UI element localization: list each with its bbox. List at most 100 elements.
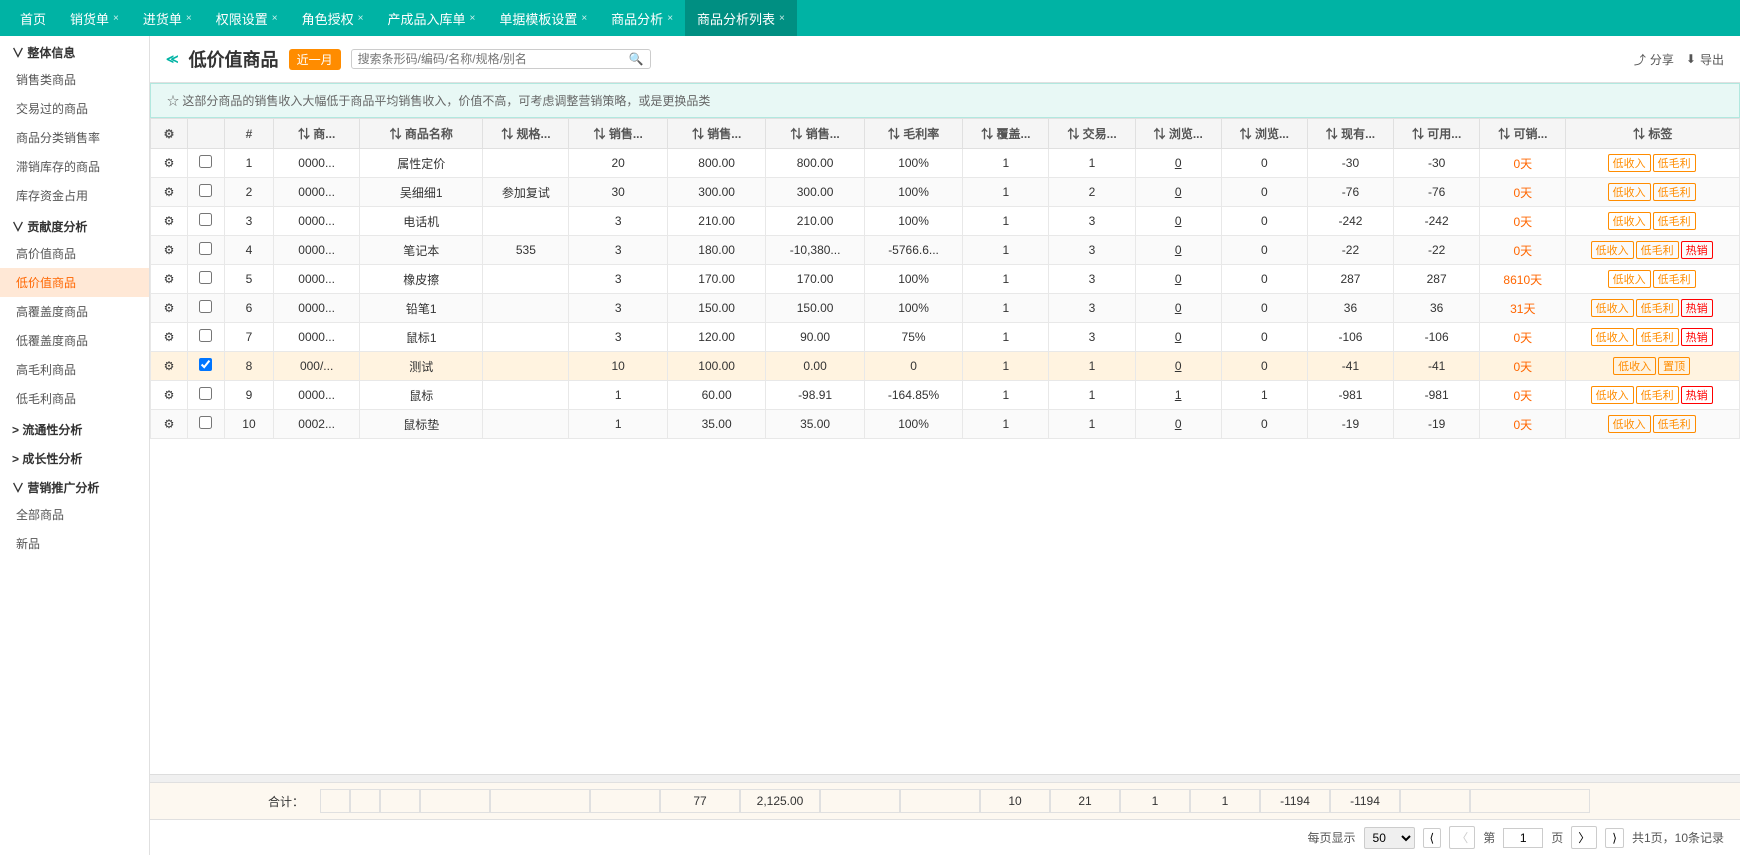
sidebar-item-高价值商品[interactable]: 高价值商品 (0, 239, 149, 268)
export-button[interactable]: ⬇ 导出 (1686, 51, 1724, 68)
table-cell[interactable]: 低收入低毛利 (1566, 207, 1740, 236)
table-cell[interactable] (187, 236, 224, 265)
nav-close-产成品入库单[interactable]: × (469, 13, 475, 24)
table-cell[interactable]: 低收入低毛利 (1566, 265, 1740, 294)
table-cell[interactable]: 0天 (1480, 410, 1566, 439)
table-cell[interactable]: 0天 (1480, 178, 1566, 207)
table-cell[interactable] (187, 381, 224, 410)
per-page-select[interactable]: 50 100 200 (1364, 827, 1415, 849)
nav-item-进货单[interactable]: 进货单 × (131, 0, 204, 36)
table-cell: 75% (864, 323, 962, 352)
table-cell[interactable]: 0天 (1480, 323, 1566, 352)
table-cell[interactable]: 低收入置顶 (1566, 352, 1740, 381)
sidebar-group-> 流通性分析[interactable]: > 流通性分析 (0, 413, 149, 442)
table-cell[interactable]: 0 (1135, 410, 1221, 439)
table-cell[interactable] (187, 149, 224, 178)
table-cell[interactable]: 0 (1135, 236, 1221, 265)
page-input[interactable] (1503, 828, 1543, 848)
sidebar-item-销售类商品[interactable]: 销售类商品 (0, 65, 149, 94)
table-cell[interactable]: 低收入低毛利热销 (1566, 236, 1740, 265)
table-cell[interactable]: 低收入低毛利热销 (1566, 381, 1740, 410)
table-cell[interactable]: 8610天 (1480, 265, 1566, 294)
sidebar-item-商品分类销售率[interactable]: 商品分类销售率 (0, 123, 149, 152)
nav-close-角色授权[interactable]: × (358, 13, 364, 24)
nav-close-商品分析列表[interactable]: × (779, 13, 785, 24)
table-cell[interactable]: 0 (1135, 323, 1221, 352)
table-row: ⚙100002...鼠标垫135.0035.00100%1100-19-190天… (151, 410, 1740, 439)
table-cell[interactable] (187, 352, 224, 381)
sidebar-item-滞销库存的商品[interactable]: 滞销库存的商品 (0, 152, 149, 181)
nav-close-权限设置[interactable]: × (272, 13, 278, 24)
scrollbar[interactable] (150, 774, 1740, 782)
share-button[interactable]: ⤴ 分享 (1634, 51, 1674, 68)
sidebar-item-低覆盖度商品[interactable]: 低覆盖度商品 (0, 326, 149, 355)
prev-page-btn[interactable]: 〈 (1449, 826, 1475, 849)
table-cell[interactable]: 0 (1135, 149, 1221, 178)
table-cell[interactable] (187, 294, 224, 323)
sidebar-item-低毛利商品[interactable]: 低毛利商品 (0, 384, 149, 413)
sidebar-item-库存资金占用[interactable]: 库存资金占用 (0, 181, 149, 210)
table-cell[interactable]: 低收入低毛利热销 (1566, 323, 1740, 352)
sidebar-group-∨ 贡献度分析[interactable]: ∨ 贡献度分析 (0, 210, 149, 239)
table-cell[interactable]: 0天 (1480, 236, 1566, 265)
nav-item-商品分析[interactable]: 商品分析 × (599, 0, 685, 36)
sidebar-group-> 成长性分析[interactable]: > 成长性分析 (0, 442, 149, 471)
table-cell[interactable]: 1 (1135, 381, 1221, 410)
nav-close-进货单[interactable]: × (186, 13, 192, 24)
table-cell[interactable]: 0天 (1480, 352, 1566, 381)
table-cell[interactable]: 0 (1135, 294, 1221, 323)
table-cell[interactable] (187, 265, 224, 294)
table-cell: 180.00 (667, 236, 765, 265)
table-cell[interactable]: 低收入低毛利 (1566, 149, 1740, 178)
table-cell[interactable] (187, 178, 224, 207)
next-page-btn[interactable]: 〉 (1571, 826, 1597, 849)
time-tag-btn[interactable]: 近一月 (289, 49, 341, 70)
sidebar-item-新品[interactable]: 新品 (0, 529, 149, 558)
search-icon[interactable]: 🔍 (629, 52, 644, 66)
table-cell[interactable]: 0 (1135, 352, 1221, 381)
table-cell: 35.00 (667, 410, 765, 439)
table-container[interactable]: ⚙#⇅ 商...⇅ 商品名称⇅ 规格...⇅ 销售...⇅ 销售...⇅ 销售.… (150, 118, 1740, 774)
sidebar-item-高毛利商品[interactable]: 高毛利商品 (0, 355, 149, 384)
table-cell[interactable]: 0 (1135, 178, 1221, 207)
col-header-stock1: ⇅ 现有... (1307, 119, 1393, 149)
sidebar-item-交易过的商品[interactable]: 交易过的商品 (0, 94, 149, 123)
table-cell: 800.00 (766, 149, 864, 178)
table-cell[interactable]: 0天 (1480, 149, 1566, 178)
nav-item-商品分析列表[interactable]: 商品分析列表 × (685, 0, 797, 36)
search-input[interactable] (358, 52, 629, 66)
table-cell[interactable]: 0天 (1480, 381, 1566, 410)
table-cell[interactable]: 低收入低毛利热销 (1566, 294, 1740, 323)
nav-close-单据模板设置[interactable]: × (581, 13, 587, 24)
footer-cell: -1194 (1330, 789, 1400, 813)
table-cell[interactable]: 31天 (1480, 294, 1566, 323)
sidebar-group-∨ 营销推广分析[interactable]: ∨ 营销推广分析 (0, 471, 149, 500)
table-cell[interactable]: 0 (1135, 265, 1221, 294)
table-cell[interactable]: 0天 (1480, 207, 1566, 236)
nav-item-角色授权[interactable]: 角色授权 × (290, 0, 376, 36)
table-cell[interactable] (187, 410, 224, 439)
table-cell[interactable] (187, 207, 224, 236)
table-cell[interactable]: 低收入低毛利 (1566, 178, 1740, 207)
nav-item-首页[interactable]: 首页 (8, 0, 58, 36)
nav-item-单据模板设置[interactable]: 单据模板设置 × (487, 0, 599, 36)
sidebar-toggle[interactable]: ≪ (166, 52, 179, 66)
col-header-settings[interactable]: ⚙ (151, 119, 188, 149)
nav-close-销货单[interactable]: × (113, 13, 119, 24)
table-cell[interactable]: 0 (1135, 207, 1221, 236)
first-page-btn[interactable]: ⟨ (1423, 828, 1442, 848)
col-header-browse2: ⇅ 浏览... (1221, 119, 1307, 149)
nav-item-产成品入库单[interactable]: 产成品入库单 × (375, 0, 487, 36)
sidebar-item-低价值商品[interactable]: 低价值商品 (0, 268, 149, 297)
sidebar-group-∨ 整体信息[interactable]: ∨ 整体信息 (0, 36, 149, 65)
nav-item-销货单[interactable]: 销货单 × (58, 0, 131, 36)
nav-item-权限设置[interactable]: 权限设置 × (204, 0, 290, 36)
nav-close-商品分析[interactable]: × (667, 13, 673, 24)
table-cell[interactable] (187, 323, 224, 352)
table-cell[interactable]: 低收入低毛利 (1566, 410, 1740, 439)
last-page-btn[interactable]: ⟩ (1605, 828, 1624, 848)
col-header-check[interactable] (187, 119, 224, 149)
sidebar-item-高覆盖度商品[interactable]: 高覆盖度商品 (0, 297, 149, 326)
sidebar-item-全部商品[interactable]: 全部商品 (0, 500, 149, 529)
table-cell: 1 (569, 381, 667, 410)
